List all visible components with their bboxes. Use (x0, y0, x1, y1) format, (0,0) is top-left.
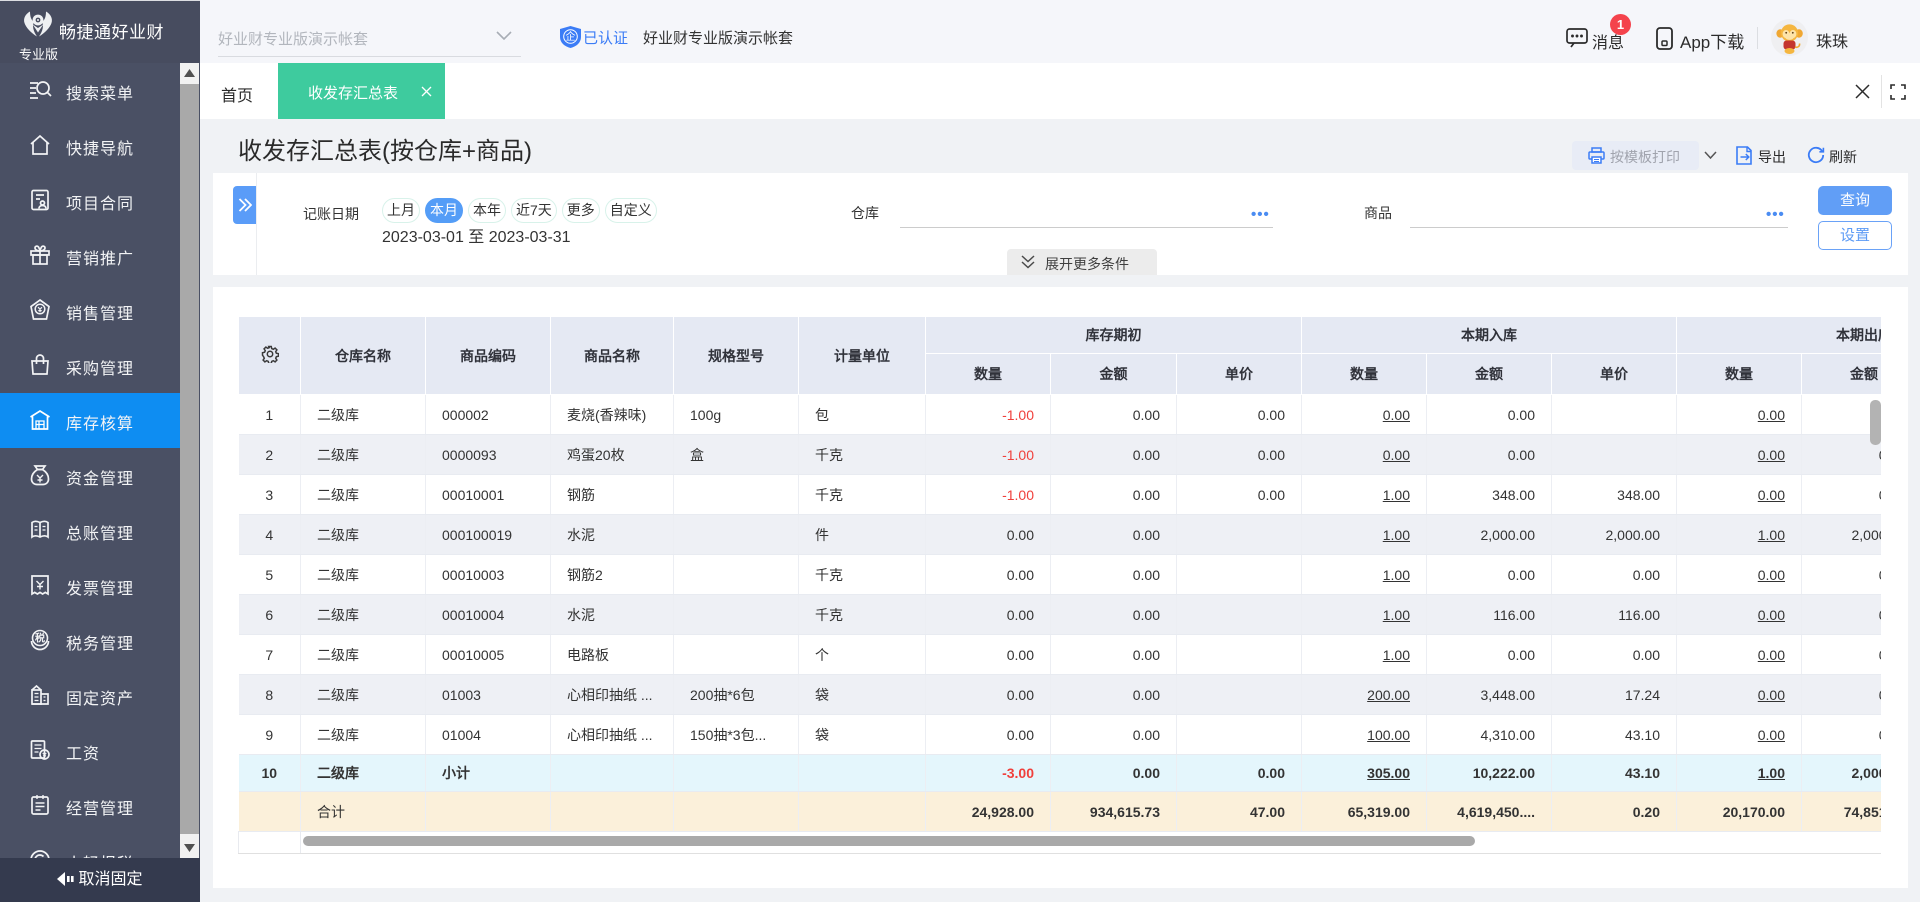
svg-text:税: 税 (35, 632, 45, 645)
svg-text:企: 企 (566, 30, 576, 43)
